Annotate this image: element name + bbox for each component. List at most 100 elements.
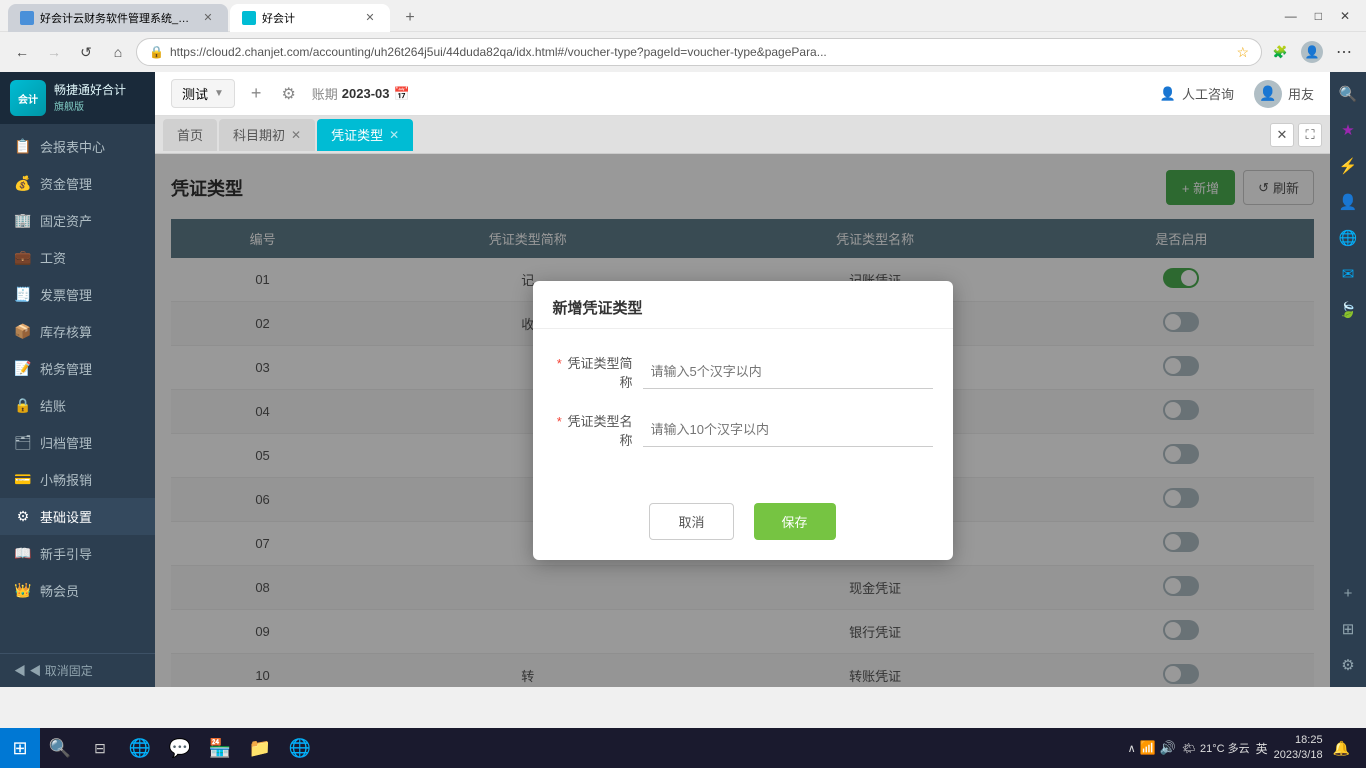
- back-btn[interactable]: ←: [8, 38, 36, 66]
- sidebar-item-archive[interactable]: 🗂 归档管理: [0, 424, 155, 461]
- save-button[interactable]: 保存: [754, 503, 836, 540]
- sidebar-item-closing[interactable]: 🔒 结账: [0, 387, 155, 424]
- profile-icon[interactable]: 👤: [1298, 38, 1326, 66]
- new-tab-button[interactable]: +: [396, 4, 424, 32]
- right-icon-mail[interactable]: ✉: [1334, 260, 1362, 288]
- settings-btn[interactable]: ⚙: [277, 84, 299, 104]
- sys-tray-icons: ∧ 📶 🔊: [1128, 740, 1176, 756]
- volume-icon[interactable]: 🔊: [1160, 740, 1176, 756]
- clock-time: 18:25: [1274, 733, 1323, 748]
- browser-tab-1[interactable]: 好会计云财务软件管理系统_会计 ✕: [8, 4, 228, 32]
- tab-voucher-close[interactable]: ✕: [389, 128, 399, 142]
- tab-subjects[interactable]: 科目期初 ✕: [219, 119, 315, 151]
- dialog-footer: 取消 保存: [533, 493, 953, 560]
- sidebar-item-tax[interactable]: 📝 税务管理: [0, 350, 155, 387]
- calendar-icon[interactable]: 📅: [394, 86, 410, 102]
- funds-label: 资金管理: [40, 174, 92, 193]
- wifi-icon[interactable]: 📶: [1140, 740, 1156, 756]
- right-icon-leaf[interactable]: 🍃: [1334, 296, 1362, 324]
- right-icon-bolt[interactable]: ⚡: [1334, 152, 1362, 180]
- user-info: 👤 用友: [1254, 80, 1314, 108]
- cancel-button[interactable]: 取消: [649, 503, 733, 540]
- right-icon-add[interactable]: +: [1334, 579, 1362, 607]
- sidebar-item-funds[interactable]: 💰 资金管理: [0, 165, 155, 202]
- tab1-close[interactable]: ✕: [200, 10, 216, 26]
- forward-btn[interactable]: →: [40, 38, 68, 66]
- sidebar-nav: 📋 会报表中心 💰 资金管理 🏢 固定资产 💼 工资 🧾 发票管理: [0, 124, 155, 653]
- sidebar-item-settings[interactable]: ⚙ 基础设置: [0, 498, 155, 535]
- taskbar-sys-tray: ∧ 📶 🔊 🌤 21°C 多云 英 18:25 2023/3/18 🔔: [1116, 733, 1366, 764]
- taskbar-browser[interactable]: 🌐: [280, 728, 320, 768]
- more-menu-btn[interactable]: ⋯: [1330, 38, 1358, 66]
- tab-home[interactable]: 首页: [163, 119, 217, 151]
- sidebar-item-member[interactable]: 👑 畅会员: [0, 572, 155, 609]
- tab-subjects-close[interactable]: ✕: [291, 128, 301, 142]
- clock[interactable]: 18:25 2023/3/18: [1274, 733, 1323, 764]
- archive-label: 归档管理: [40, 433, 92, 452]
- right-icon-settings[interactable]: ⚙: [1334, 651, 1362, 679]
- user-avatar: 👤: [1254, 80, 1282, 108]
- collapse-label: ◀ 取消固定: [29, 664, 92, 678]
- taskbar-task-view[interactable]: ⊟: [80, 728, 120, 768]
- form-label-short: * 凭证类型简称: [553, 353, 643, 391]
- page-content: 凭证类型 + 新增 ↺ 刷新 编号 凭证类型简称: [155, 154, 1330, 687]
- right-icon-globe[interactable]: 🌐: [1334, 224, 1362, 252]
- right-icon-star[interactable]: ★: [1334, 116, 1362, 144]
- maximize-btn[interactable]: □: [1307, 7, 1330, 25]
- tab-home-label: 首页: [177, 125, 203, 144]
- home-btn[interactable]: ⌂: [104, 38, 132, 66]
- tab2-close[interactable]: ✕: [362, 10, 378, 26]
- start-button[interactable]: ⊞: [0, 728, 40, 768]
- extensions-icon[interactable]: 🧩: [1266, 38, 1294, 66]
- arrow-up-icon[interactable]: ∧: [1128, 742, 1136, 755]
- taskbar-wechat[interactable]: 💬: [160, 728, 200, 768]
- sidebar-header: 会计 畅捷通好合计 旗舰版: [0, 72, 155, 124]
- expense-icon: 💳: [14, 471, 32, 489]
- member-icon: 👑: [14, 582, 32, 600]
- add-company-btn[interactable]: +: [247, 83, 266, 104]
- input-short[interactable]: [643, 355, 933, 389]
- app-main: 会计 畅捷通好合计 旗舰版 📋 会报表中心 💰 资金管理 🏢 固定资产: [0, 72, 1366, 687]
- tab-voucher[interactable]: 凭证类型 ✕: [317, 119, 413, 151]
- taskbar-explorer[interactable]: 📁: [240, 728, 280, 768]
- minimize-btn[interactable]: —: [1277, 7, 1305, 25]
- address-bar: ← → ↺ ⌂ 🔒 https://cloud2.chanjet.com/acc…: [0, 32, 1366, 72]
- right-icon-user[interactable]: 👤: [1334, 188, 1362, 216]
- weather-info: 🌤 21°C 多云: [1182, 740, 1250, 756]
- sidebar-footer[interactable]: ◀ ◀ 取消固定: [0, 653, 155, 687]
- taskbar-edge[interactable]: 🌐: [120, 728, 160, 768]
- guide-icon: 📖: [14, 545, 32, 563]
- taskbar: ⊞ 🔍 ⊟ 🌐 💬 🏪 📁 🌐 ∧ 📶 🔊 🌤 21°C 多云 英 18:25 …: [0, 728, 1366, 768]
- assets-icon: 🏢: [14, 212, 32, 230]
- company-selector[interactable]: 测试 ▼: [171, 79, 235, 108]
- expense-label: 小畅报销: [40, 470, 92, 489]
- right-icon-grid[interactable]: ⊞: [1334, 615, 1362, 643]
- right-icon-search[interactable]: 🔍: [1334, 80, 1362, 108]
- sidebar-item-assets[interactable]: 🏢 固定资产: [0, 202, 155, 239]
- star-icon[interactable]: ☆: [1236, 44, 1249, 61]
- input-name[interactable]: [643, 413, 933, 447]
- sidebar-item-guide[interactable]: 📖 新手引导: [0, 535, 155, 572]
- invoice-icon: 🧾: [14, 286, 32, 304]
- brand-edition: 旗舰版: [54, 98, 126, 113]
- sidebar-item-reports[interactable]: 📋 会报表中心: [0, 128, 155, 165]
- form-row-short: * 凭证类型简称: [553, 353, 933, 391]
- period-value: 2023-03: [342, 86, 390, 101]
- reload-btn[interactable]: ↺: [72, 38, 100, 66]
- url-field[interactable]: 🔒 https://cloud2.chanjet.com/accounting/…: [136, 38, 1262, 66]
- consult-btn[interactable]: 👤 人工咨询: [1152, 80, 1242, 107]
- notification-btn[interactable]: 🔔: [1329, 740, 1354, 757]
- taskbar-search[interactable]: 🔍: [40, 728, 80, 768]
- dialog-overlay: 新增凭证类型 * 凭证类型简称: [155, 154, 1330, 687]
- taskbar-store[interactable]: 🏪: [200, 728, 240, 768]
- invoice-label: 发票管理: [40, 285, 92, 304]
- sidebar-item-invoice[interactable]: 🧾 发票管理: [0, 276, 155, 313]
- tab-collapse-btn[interactable]: ✕: [1270, 123, 1294, 147]
- sidebar-item-inventory[interactable]: 📦 库存核算: [0, 313, 155, 350]
- close-btn[interactable]: ✕: [1332, 7, 1358, 25]
- period-label: 账期: [312, 84, 338, 103]
- browser-tab-2[interactable]: 好会计 ✕: [230, 4, 390, 32]
- sidebar-item-salary[interactable]: 💼 工资: [0, 239, 155, 276]
- tab-expand-btn[interactable]: ⛶: [1298, 123, 1322, 147]
- sidebar-item-expense[interactable]: 💳 小畅报销: [0, 461, 155, 498]
